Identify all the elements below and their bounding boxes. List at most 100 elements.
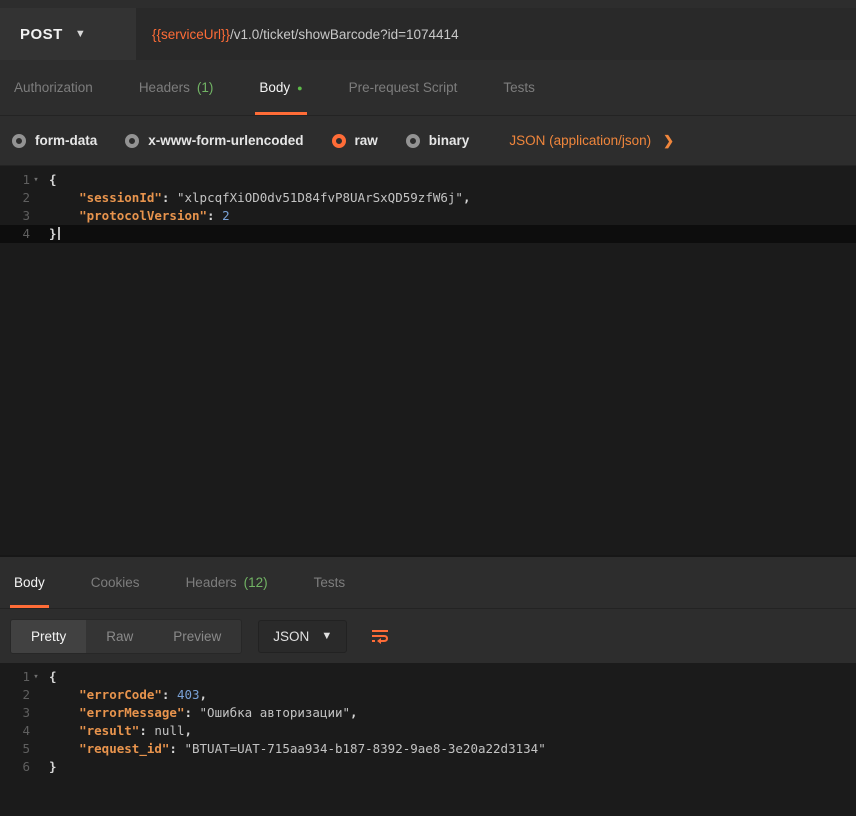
view-pretty-button[interactable]: Pretty [11,619,87,653]
body-type-x-www-form-urlencoded[interactable]: x-www-form-urlencoded [125,133,304,148]
response-line-2: 2 "errorCode": 403, [0,686,856,704]
code-text: "result": null, [46,722,192,740]
response-tab-tests[interactable]: Tests [308,557,352,608]
content-type-label: JSON (application/json) [509,133,652,148]
line-number: 4 [22,723,30,738]
line-number-gutter[interactable]: 4 [0,225,46,243]
url-input[interactable]: {{serviceUrl}}/v1.0/ticket/showBarcode?i… [136,8,856,60]
body-type-label: x-www-form-urlencoded [148,133,304,148]
code-text: "protocolVersion": 2 [46,207,230,225]
line-number: 5 [22,741,30,756]
request-line-2: 2 "sessionId": "xlpcqfXiOD0dv51D84fvP8UA… [0,189,856,207]
token-str: "xlpcqfXiOD0dv51D84fvP8UArSxQD59zfW6j" [176,190,463,205]
code-text: "errorMessage": "Ошибка авторизации", [46,704,358,722]
line-number: 2 [22,190,30,205]
line-number-gutter[interactable]: 5 [0,740,46,758]
line-number-gutter[interactable]: 2 [0,686,46,704]
active-body-dot: ● [297,82,303,93]
postman-window: POST ▼ {{serviceUrl}}/v1.0/ticket/showBa… [0,0,856,816]
tab-label: Cookies [90,575,140,590]
body-type-radios: form-data x-www-form-urlencoded raw binary [12,133,497,148]
url-path: /v1.0/ticket/showBarcode?id=1074414 [230,26,459,42]
body-type-form-data[interactable]: form-data [12,133,97,148]
token-punct: : [161,687,177,702]
request-tab-body[interactable]: Body ● [253,60,308,115]
fold-toggle-icon[interactable]: ▾ [30,668,42,686]
token-key: "errorMessage" [79,705,185,720]
response-tab-headers[interactable]: Headers (12) [180,557,274,608]
tab-label: Body [14,575,45,590]
request-tab-pre-request-script[interactable]: Pre-request Script [343,60,464,115]
response-tab-cookies[interactable]: Cookies [85,557,146,608]
request-bar: POST ▼ {{serviceUrl}}/v1.0/ticket/showBa… [0,8,856,60]
token-key: "sessionId" [79,190,162,205]
wrap-lines-icon [372,630,389,644]
code-text: { [46,668,57,686]
body-type-row: form-data x-www-form-urlencoded raw binary … [0,116,856,166]
request-tab-headers[interactable]: Headers (1) [133,60,220,115]
tab-label: Headers [138,80,190,95]
token-punct: : [161,190,177,205]
line-number-gutter[interactable]: 4 [0,722,46,740]
fold-toggle-icon[interactable]: ▾ [30,171,42,189]
radio-icon [405,133,420,148]
response-body-editor[interactable]: 1 ▾{2 "errorCode": 403, 3 "errorMessage": … [0,663,856,816]
view-raw-button[interactable]: Raw [86,619,154,653]
request-line-3: 3 "protocolVersion": 2 [0,207,856,225]
wrap-lines-button[interactable] [363,619,397,653]
response-view-switcher: Pretty Raw Preview [10,618,243,654]
response-tabs: Body Cookies Headers (12) Tests [0,557,856,609]
request-body-editor[interactable]: 1 ▾{2 "sessionId": "xlpcqfXiOD0dv51D84fvP… [0,166,856,555]
token-punct: { [49,669,57,684]
token-str: "Ошибка авторизации" [199,705,351,720]
method-select[interactable]: POST ▼ [0,8,136,60]
view-preview-button[interactable]: Preview [153,619,242,653]
body-type-label: raw [354,133,378,148]
chevron-down-icon: ▼ [321,629,333,642]
line-number-gutter[interactable]: 6 [0,758,46,776]
token-punct: } [49,759,57,774]
line-number: 4 [22,226,30,241]
token-num: 403 [176,687,200,702]
response-line-6: 6} [0,758,856,776]
line-number: 1 [22,172,30,187]
chevron-down-icon: ❯ [663,133,675,148]
code-text: "errorCode": 403, [46,686,207,704]
method-label: POST [20,25,63,43]
body-type-binary[interactable]: binary [405,133,469,148]
response-line-5: 5 "request_id": "BTUAT=UAT-715aa934-b187… [0,740,856,758]
tab-label: Pre-request Script [348,80,458,95]
chevron-down-icon: ▼ [74,27,86,40]
token-key: "errorCode" [79,687,162,702]
code-text: } [46,758,57,776]
response-format-dropdown[interactable]: JSON ▼ [258,619,348,653]
token-punct: } [49,226,57,241]
request-tab-authorization[interactable]: Authorization [8,60,99,115]
body-type-raw[interactable]: raw [331,133,378,148]
tab-label: Body [259,80,291,95]
tab-count: (1) [196,80,214,95]
line-number-gutter[interactable]: 1 ▾ [0,171,46,189]
line-number-gutter[interactable]: 1 ▾ [0,668,46,686]
line-number: 2 [22,687,30,702]
token-key: "protocolVersion" [79,208,208,223]
token-null: null [154,723,185,738]
token-punct: : [207,208,223,223]
token-punct: , [350,705,358,720]
response-line-1: 1 ▾{ [0,668,856,686]
token-punct: : [139,723,155,738]
token-punct: , [462,190,471,205]
token-key: "request_id" [79,741,170,756]
line-number-gutter[interactable]: 3 [0,207,46,225]
line-number-gutter[interactable]: 3 [0,704,46,722]
content-type-dropdown[interactable]: JSON (application/json) ❯ [509,133,674,148]
line-number: 3 [22,705,30,720]
line-number-gutter[interactable]: 2 [0,189,46,207]
request-tabs: Authorization Headers (1) Body ● Pre-request … [0,60,856,116]
response-tab-body[interactable]: Body [8,557,51,608]
request-tab-tests[interactable]: Tests [497,60,541,115]
